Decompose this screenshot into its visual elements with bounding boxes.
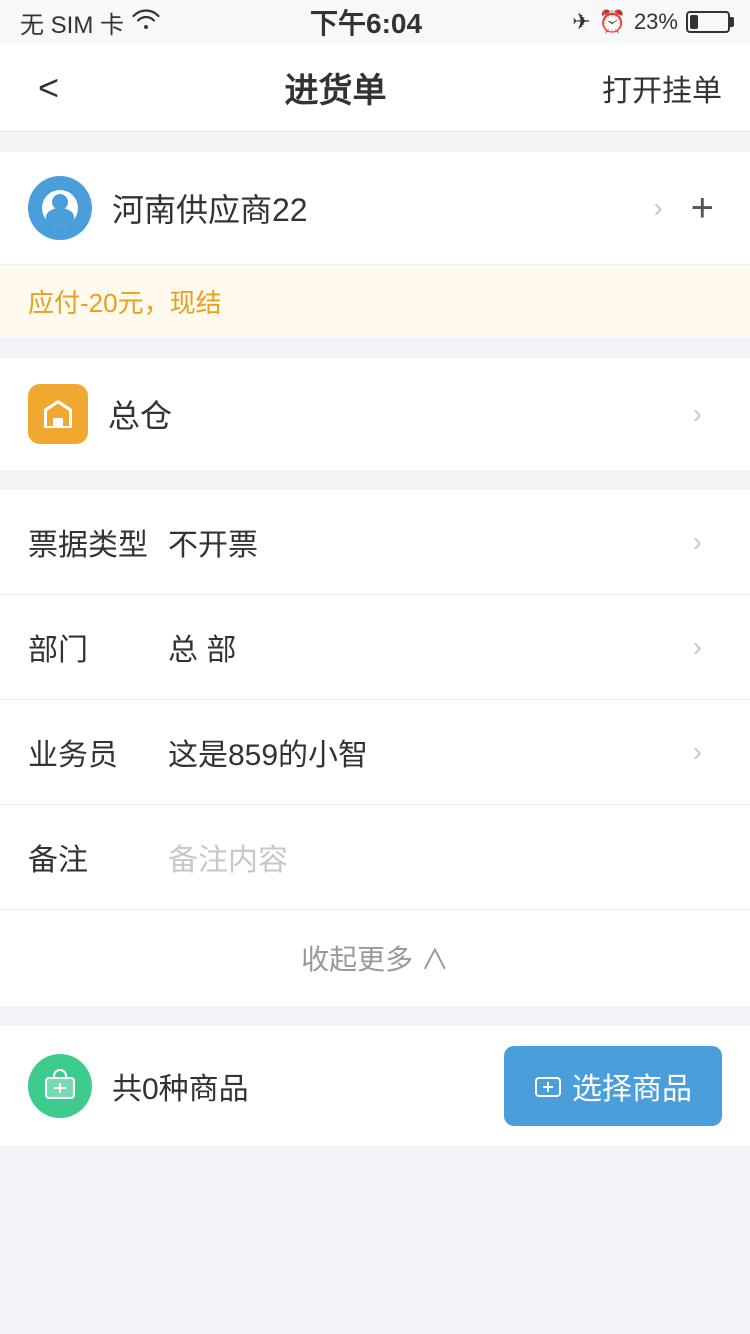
section-divider-1: [0, 132, 750, 152]
supplier-section: 河南供应商22 › + 应付-20元，现结: [0, 152, 750, 338]
section-divider-3: [0, 470, 750, 490]
form-section: 票据类型 不开票 › 部门 总 部 › 业务员 这是859的小智 › 备注 备注…: [0, 490, 750, 909]
remark-input[interactable]: 备注内容: [168, 835, 722, 879]
section-divider-4: [0, 1006, 750, 1026]
invoice-type-row[interactable]: 票据类型 不开票 ›: [0, 490, 750, 595]
location-icon: ✈: [572, 9, 590, 35]
department-value: 总 部: [168, 625, 693, 669]
warehouse-icon: [28, 384, 88, 444]
salesperson-row[interactable]: 业务员 这是859的小智 ›: [0, 700, 750, 805]
supplier-avatar: [28, 176, 92, 240]
salesperson-label: 业务员: [28, 730, 168, 774]
product-count: 共0种商品: [112, 1064, 504, 1108]
salesperson-value: 这是859的小智: [168, 730, 693, 774]
department-label: 部门: [28, 625, 168, 669]
collapse-label: 收起更多 ∧: [301, 938, 449, 978]
warehouse-name: 总仓: [108, 391, 693, 437]
select-product-label: 选择商品: [572, 1064, 692, 1108]
invoice-type-label: 票据类型: [28, 520, 168, 564]
warehouse-chevron-icon: ›: [693, 398, 702, 430]
avatar-person-icon: [42, 190, 78, 226]
status-bar: 无 SIM 卡 下午6:04 ✈ ⏰ 23%: [0, 0, 750, 44]
open-pending-button[interactable]: 打开挂单: [602, 66, 722, 110]
nav-bar: < 进货单 打开挂单: [0, 44, 750, 132]
product-icon: [28, 1054, 92, 1118]
remark-label: 备注: [28, 835, 168, 879]
collapse-button[interactable]: 收起更多 ∧: [0, 910, 750, 1006]
department-chevron-icon: ›: [693, 631, 702, 663]
invoice-type-value: 不开票: [168, 520, 693, 564]
supplier-chevron-icon: ›: [653, 192, 662, 224]
wifi-icon: [132, 8, 160, 36]
warehouse-section[interactable]: 总仓 ›: [0, 358, 750, 470]
status-left: 无 SIM 卡: [20, 5, 160, 40]
notice-bar: 应付-20元，现结: [0, 265, 750, 338]
status-right: ✈ ⏰ 23%: [572, 9, 730, 35]
invoice-type-chevron-icon: ›: [693, 526, 702, 558]
battery-label: 23%: [634, 9, 678, 35]
collapse-section: 收起更多 ∧: [0, 909, 750, 1006]
supplier-name: 河南供应商22: [112, 185, 653, 231]
battery-icon: [686, 11, 730, 33]
carrier-label: 无 SIM 卡: [20, 5, 124, 40]
page-title: 进货单: [285, 63, 387, 112]
salesperson-chevron-icon: ›: [693, 736, 702, 768]
remark-row[interactable]: 备注 备注内容: [0, 805, 750, 909]
warehouse-row[interactable]: 总仓 ›: [0, 358, 750, 470]
alarm-icon: ⏰: [599, 9, 626, 35]
section-divider-2: [0, 338, 750, 358]
status-time: 下午6:04: [310, 2, 422, 42]
product-bar: 共0种商品 选择商品: [0, 1026, 750, 1146]
supplier-row[interactable]: 河南供应商22 › +: [0, 152, 750, 265]
back-button[interactable]: <: [28, 57, 69, 119]
select-product-button[interactable]: 选择商品: [504, 1046, 722, 1126]
notice-text: 应付-20元，现结: [28, 288, 222, 318]
department-row[interactable]: 部门 总 部 ›: [0, 595, 750, 700]
add-supplier-button[interactable]: +: [683, 186, 722, 231]
